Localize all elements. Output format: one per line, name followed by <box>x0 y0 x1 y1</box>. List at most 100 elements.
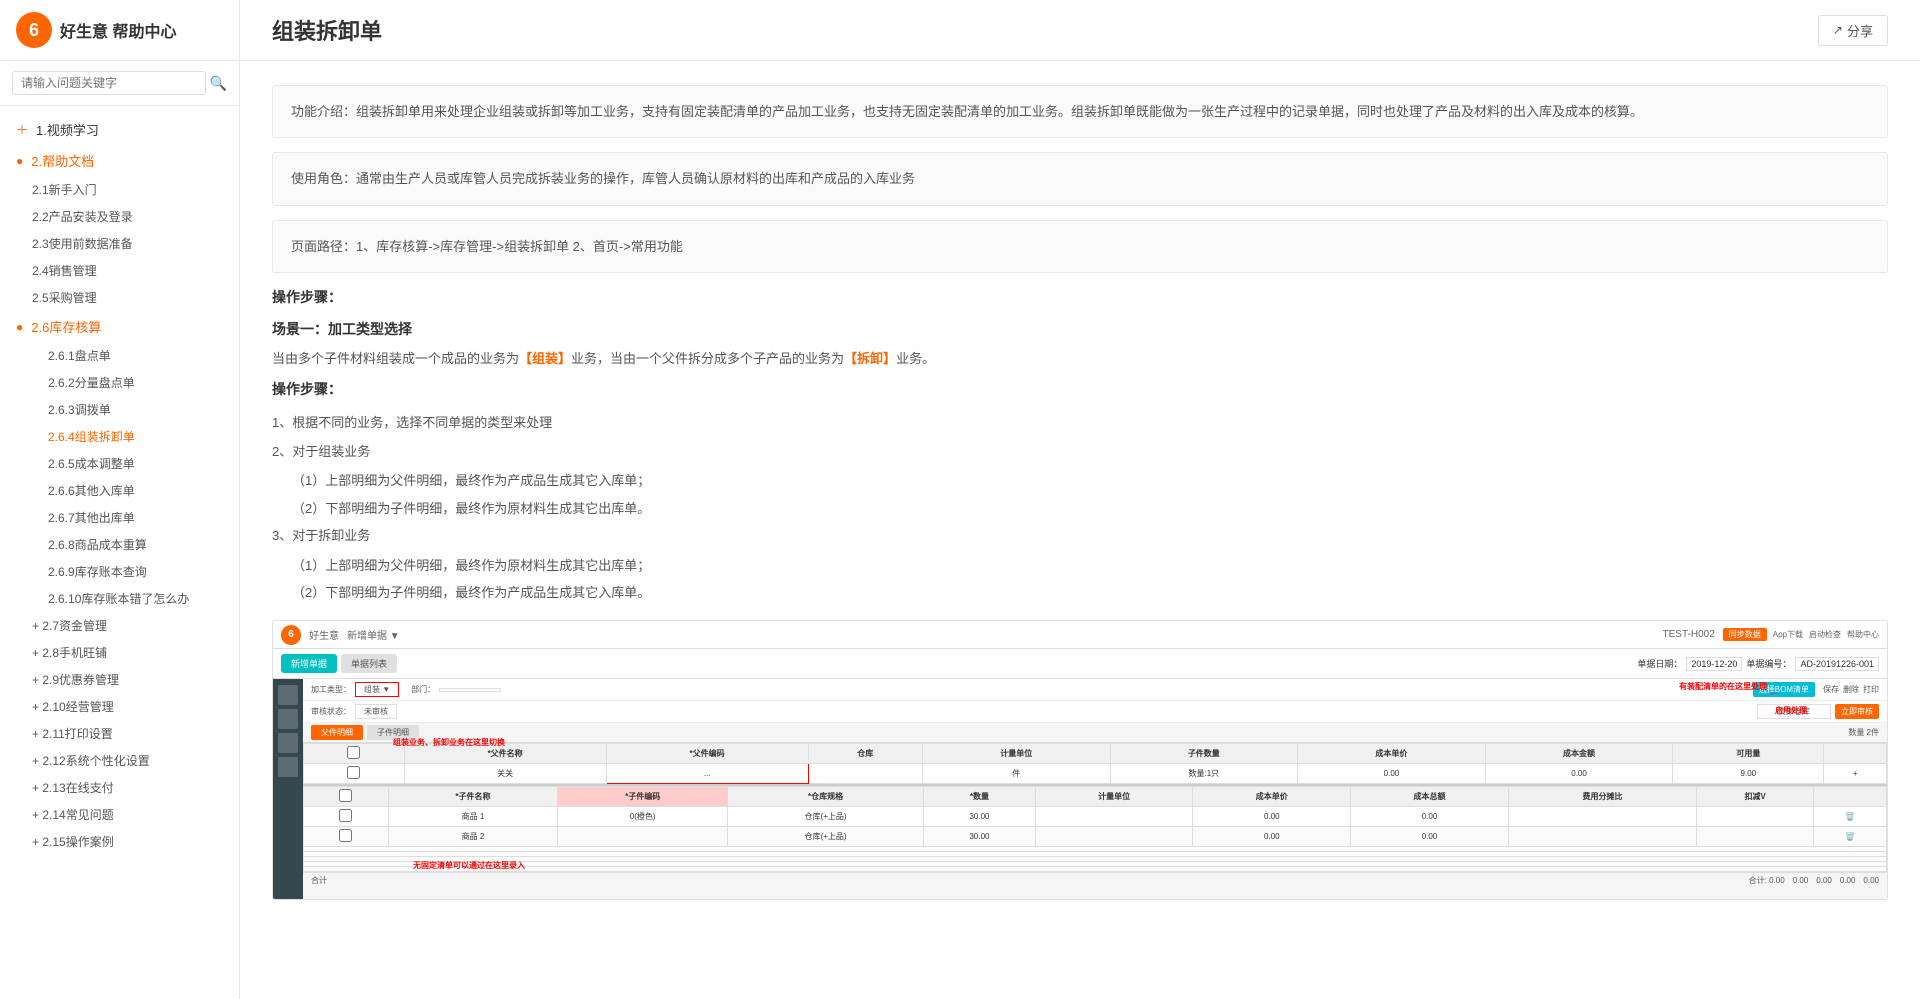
sub-th-totalcost: 成本总额 <box>1351 787 1509 807</box>
scene1-desc: 当由多个子件材料组装成一个成品的业务为【组装】业务，当由一个父件拆分成多个子产品… <box>272 347 1888 370</box>
sw-topbar: 6 好生意 新增单据 ▼ TEST-H002 同步数据 App下载启动检查帮助中… <box>273 621 1887 649</box>
sidebar-item-2-1[interactable]: 2.1新手入门 <box>0 176 239 203</box>
sw-footer-total-qty: 合计: 0.00 <box>1749 875 1785 886</box>
sidebar-item-2-6-10[interactable]: 2.6.10库存账本错了怎么办 <box>16 585 239 612</box>
sw-table-area: *父件名称 *父件编码 仓库 计量单位 子件数量 成本单价 成本金额 可用量 <box>303 743 1887 784</box>
sidebar-item-2-6-5[interactable]: 2.6.5成本调整单 <box>16 450 239 477</box>
steps-subtitle: 操作步骤： <box>272 379 1888 399</box>
sw-processing-type: 组装 ▼ <box>355 682 399 697</box>
annotation-arrow-1: ← <box>1769 687 1779 698</box>
step-1: 1、根据不同的业务，选择不同单据的类型来处理 <box>272 411 1888 434</box>
td-check-1 <box>304 764 405 784</box>
annotation-switch-text: 组装业务、拆卸业务在这里切换 <box>393 737 505 748</box>
search-button[interactable]: 🔍 <box>210 75 227 92</box>
select-all-check[interactable] <box>347 746 360 759</box>
sub-row-check-2[interactable] <box>339 829 352 842</box>
table-row: 关关 ... 件 数量:1只 0.00 0.00 9.00 <box>304 764 1887 784</box>
screenshot-container: 6 好生意 新增单据 ▼ TEST-H002 同步数据 App下载启动检查帮助中… <box>272 620 1888 900</box>
sub-td-name-1: 商品 1 <box>388 807 558 827</box>
plus-icon: ＋ <box>16 121 28 138</box>
sw-topbar-id: TEST-H002 <box>1663 629 1715 640</box>
sw-sidebar-icon-1 <box>278 685 298 705</box>
sidebar-item-2-12[interactable]: + 2.12系统个性化设置 <box>0 747 239 774</box>
sub-td-qty-2: 30.00 <box>924 827 1036 847</box>
step-3: 3、对于拆卸业务 <box>272 524 1888 547</box>
sidebar-item-2-8[interactable]: + 2.8手机旺铺 <box>0 639 239 666</box>
sw-toolbar: 新增单据 单据列表 单据日期： 2019-12-20 单据编号： AD-2019… <box>273 649 1887 679</box>
th-cost: 成本单价 <box>1298 744 1486 764</box>
sidebar-item-2-14[interactable]: + 2.14常见问题 <box>0 801 239 828</box>
sub-td-ratio-2 <box>1508 827 1696 847</box>
sidebar-item-2-6-4[interactable]: 2.6.4组装拆卸单 <box>16 423 239 450</box>
sw-topbar-brand: 好生意 <box>309 627 339 642</box>
operations-title: 操作步骤： <box>272 287 1888 307</box>
search-input[interactable] <box>12 71 206 95</box>
sw-sub-table-area: *子件名称 *子件编码 *仓库规格 *数量 计量单位 成本单价 成本总额 费用分… <box>303 784 1887 872</box>
share-button[interactable]: ↗ 分享 <box>1818 15 1888 46</box>
sidebar-item-2-6-3[interactable]: 2.6.3调拨单 <box>16 396 239 423</box>
sub-td-code-1: 0(橙色) <box>558 807 728 827</box>
sidebar-item-2-6-9[interactable]: 2.6.9库存账本查询 <box>16 558 239 585</box>
sub-td-code-2 <box>558 827 728 847</box>
sw-body: 加工类型： 组装 ▼ 部门： 有装配清单的在这里处理 ← 选择BOM清单 保存 <box>273 679 1887 899</box>
sub-table-header: *子件名称 *子件编码 *仓库规格 *数量 计量单位 成本单价 成本总额 费用分… <box>304 787 1887 807</box>
sw-footer-total-avail: 0.00 <box>1840 876 1856 885</box>
td-cost-1: 0.00 <box>1298 764 1486 784</box>
sub-td-unit-1 <box>1035 807 1193 827</box>
sub-td-check-1 <box>304 807 389 827</box>
sub-th-warehouse: *仓库规格 <box>728 787 924 807</box>
sidebar-item-2-6[interactable]: ● 2.6库存核算 <box>0 311 239 342</box>
sw-footer-total-end: 0.00 <box>1863 876 1879 885</box>
sw-left-sidebar <box>273 679 303 899</box>
sw-btn-approve: 立即审核 <box>1835 704 1879 719</box>
sidebar-item-2-6-2[interactable]: 2.6.2分量盘点单 <box>16 369 239 396</box>
sw-logo: 6 <box>281 625 301 645</box>
sidebar-item-2-5[interactable]: 2.5采购管理 <box>0 284 239 311</box>
sub-table-row-1: 商品 1 0(橙色) 仓库(+上品) 30.00 0.00 0.00 <box>304 807 1887 827</box>
sw-btn-print: 打印 <box>1863 684 1879 695</box>
td-name-1: 关关 <box>404 764 606 784</box>
sidebar-item-2-15[interactable]: + 2.15操作案例 <box>0 828 239 855</box>
sub-td-deduct-2 <box>1697 827 1814 847</box>
sidebar-item-docs[interactable]: ● 2.帮助文档 <box>0 145 239 176</box>
sidebar-header: 6 好生意 帮助中心 <box>0 0 239 61</box>
sub-th-op <box>1813 787 1886 807</box>
sidebar-item-2-6-6[interactable]: 2.6.6其他入库单 <box>16 477 239 504</box>
sidebar-item-video[interactable]: ＋ 1.视频学习 <box>0 114 239 145</box>
annotation-bom-text: 有装配清单的在这里处理 <box>1679 681 1767 692</box>
sw-dept-val <box>439 688 501 692</box>
page-title: 组装拆卸单 <box>272 14 382 46</box>
minus-icon-2-6: ● <box>16 320 23 334</box>
sidebar-item-2-3[interactable]: 2.3使用前数据准备 <box>0 230 239 257</box>
docs-children: 2.1新手入门 2.2产品安装及登录 2.3使用前数据准备 2.4销售管理 2.… <box>0 176 239 855</box>
sidebar-item-2-6-8[interactable]: 2.6.8商品成本重算 <box>16 531 239 558</box>
sidebar-item-2-13[interactable]: + 2.13在线支付 <box>0 774 239 801</box>
sidebar-item-2-9[interactable]: + 2.9优惠券管理 <box>0 666 239 693</box>
sidebar-item-docs-label: 2.帮助文档 <box>31 151 94 170</box>
td-sub-1: 数量:1只 <box>1110 764 1298 784</box>
sw-footer-totals: 合计 合计: 0.00 0.00 0.00 0.00 0.00 <box>303 872 1887 888</box>
sw-tab-new: 新增单据 <box>281 654 337 673</box>
row-check-1[interactable] <box>347 766 360 779</box>
main-header: 组装拆卸单 ↗ 分享 <box>240 0 1920 61</box>
sw-tab-assembly: 父件明细 <box>311 725 363 740</box>
sidebar-item-2-6-1[interactable]: 2.6.1盘点单 <box>16 342 239 369</box>
sub-table-row-2: 商品 2 仓库(+上品) 30.00 0.00 0.00 <box>304 827 1887 847</box>
sidebar-item-2-10[interactable]: + 2.10经营管理 <box>0 693 239 720</box>
th-available: 可用量 <box>1673 744 1824 764</box>
sidebar-item-2-11[interactable]: + 2.11打印设置 <box>0 720 239 747</box>
sidebar-item-2-7[interactable]: + 2.7资金管理 <box>0 612 239 639</box>
sub-select-all[interactable] <box>339 789 352 802</box>
sw-form-date-label: 单据日期： <box>1637 657 1682 670</box>
step-2: 2、对于组装业务 <box>272 440 1888 463</box>
share-label: 分享 <box>1847 21 1873 40</box>
td-op-1: + <box>1824 764 1887 784</box>
sidebar-item-2-4[interactable]: 2.4销售管理 <box>0 257 239 284</box>
logo-icon: 6 <box>16 12 52 48</box>
sub-td-total-2: 0.00 <box>1351 827 1509 847</box>
sidebar-item-2-2[interactable]: 2.2产品安装及登录 <box>0 203 239 230</box>
sidebar-item-2-6-7[interactable]: 2.6.7其他出库单 <box>16 504 239 531</box>
sub-row-check-1[interactable] <box>339 809 352 822</box>
th-unit: 子件数量 <box>1110 744 1298 764</box>
td-wh-1 <box>808 764 922 784</box>
